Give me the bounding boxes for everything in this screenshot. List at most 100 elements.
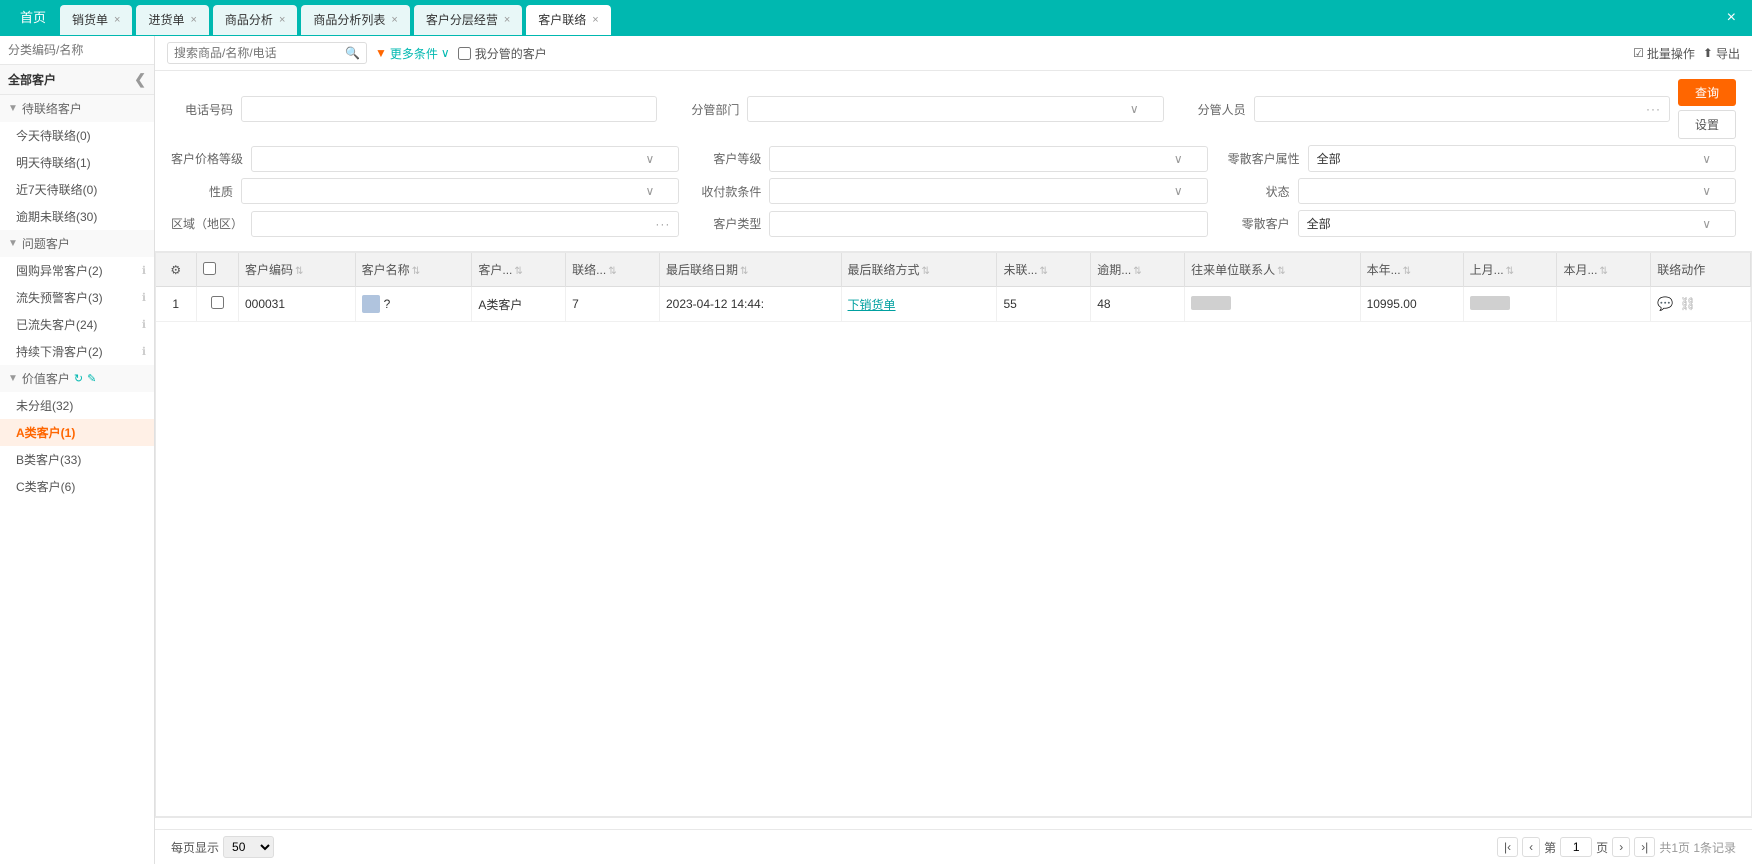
phone-input[interactable]	[241, 96, 657, 122]
cell-checkbox[interactable]	[196, 287, 238, 322]
sidebar-group-problem[interactable]: ▼ 问题客户	[0, 230, 154, 257]
select-all-checkbox[interactable]	[203, 262, 216, 275]
next-page-button[interactable]: ›	[1612, 837, 1630, 857]
sidebar-search-input[interactable]	[8, 43, 155, 57]
more-filters-label: 更多条件	[390, 45, 438, 62]
nav-tab-sales[interactable]: 销货单 ×	[60, 5, 132, 35]
page-number-input[interactable]	[1560, 837, 1592, 857]
sidebar-item-declining[interactable]: 持续下滑客户(2) ℹ	[0, 338, 154, 365]
horizontal-scrollbar[interactable]	[155, 817, 1752, 829]
col-contact[interactable]: 联络...⇅	[566, 253, 660, 287]
nav-tab-purchase[interactable]: 进货单 ×	[136, 5, 208, 35]
dept-input[interactable]: ∨	[747, 96, 1163, 122]
filter-search-icon[interactable]: 🔍	[345, 46, 360, 60]
price-grade-input[interactable]: ∨	[251, 146, 679, 172]
page-size-select[interactable]: 50 100 200	[223, 836, 274, 858]
sidebar-group-value[interactable]: ▼ 价值客户 ↻ ✎	[0, 365, 154, 392]
area-dots-icon: ···	[655, 217, 670, 231]
gear-icon[interactable]: ⚙	[170, 263, 181, 277]
staff-input[interactable]: ···	[1254, 96, 1670, 122]
filter-field-nature: 性质 ∨	[171, 178, 679, 204]
sort-last-way-icon: ⇅	[922, 266, 930, 277]
nav-tab-customer-tier[interactable]: 客户分层经营 ×	[414, 5, 522, 35]
nav-tab-analysis[interactable]: 商品分析 ×	[213, 5, 297, 35]
sidebar-item-c-class[interactable]: C类客户(6)	[0, 473, 154, 500]
more-filters-button[interactable]: ▼ 更多条件 ∨	[375, 45, 450, 62]
retail-customer-input[interactable]: 全部 ∨	[1298, 210, 1736, 237]
sidebar-item-hoarding-anomaly[interactable]: 囤购异常客户(2) ℹ	[0, 257, 154, 284]
last-page-button[interactable]: ›|	[1634, 837, 1655, 857]
nature-input[interactable]: ∨	[241, 178, 679, 204]
col-overdue[interactable]: 逾期...⇅	[1091, 253, 1185, 287]
main-layout: 🔍 全部客户 ❮ ▼ 待联络客户 今天待联络(0) 明天待联络(1) 近7天待联…	[0, 36, 1752, 864]
status-arrow-icon: ∨	[1702, 184, 1711, 198]
col-last-way[interactable]: 最后联络方式⇅	[841, 253, 997, 287]
retail-attr-label: 零散客户属性	[1228, 150, 1308, 167]
close-customer-tier-icon[interactable]: ×	[504, 14, 510, 26]
close-sales-icon[interactable]: ×	[114, 14, 120, 26]
sort-code-icon: ⇅	[295, 266, 303, 277]
sidebar-item-a-class[interactable]: A类客户(1)	[0, 419, 154, 446]
sort-this-year-icon: ⇅	[1403, 266, 1411, 277]
cell-last-way[interactable]: 下销货单	[841, 287, 997, 322]
first-page-button[interactable]: |‹	[1497, 837, 1518, 857]
col-last-date[interactable]: 最后联络日期⇅	[659, 253, 841, 287]
close-customer-contact-icon[interactable]: ×	[592, 14, 598, 26]
batch-op-button[interactable]: ☑ 批量操作	[1633, 45, 1695, 62]
my-customers-checkbox-wrapper[interactable]: 我分管的客户	[458, 45, 547, 62]
col-last-month[interactable]: 上月...⇅	[1463, 253, 1557, 287]
col-unit-contact[interactable]: 往来单位联系人⇅	[1185, 253, 1361, 287]
last-way-link[interactable]: 下销货单	[848, 298, 896, 312]
phone-label: 电话号码	[171, 101, 241, 118]
prev-page-button[interactable]: ‹	[1522, 837, 1540, 857]
sidebar-item-churn-warning[interactable]: 流失预警客户(3) ℹ	[0, 284, 154, 311]
payment-label: 收付款条件	[699, 183, 769, 200]
sidebar-item-churned[interactable]: 已流失客户(24) ℹ	[0, 311, 154, 338]
cell-last-date: 2023-04-12 14:44:	[659, 287, 841, 322]
message-icon[interactable]: 💬	[1657, 296, 1673, 312]
col-type[interactable]: 客户...⇅	[472, 253, 566, 287]
area-input[interactable]: ···	[251, 211, 679, 237]
customer-grade-input[interactable]: ∨	[769, 146, 1207, 172]
close-purchase-icon[interactable]: ×	[190, 14, 196, 26]
settings-button[interactable]: 设置	[1678, 110, 1736, 139]
filter-search-input[interactable]	[174, 46, 345, 60]
triangle-value-icon: ▼	[8, 373, 18, 384]
nav-tab-customer-contact[interactable]: 客户联络 ×	[526, 5, 610, 35]
row-checkbox[interactable]	[211, 296, 224, 309]
sidebar-group-pending[interactable]: ▼ 待联络客户	[0, 95, 154, 122]
col-this-month[interactable]: 本月...⇅	[1557, 253, 1651, 287]
customer-type-input[interactable]	[769, 211, 1207, 237]
nav-tab-analysis-list[interactable]: 商品分析列表 ×	[301, 5, 409, 35]
query-button[interactable]: 查询	[1678, 79, 1736, 106]
nav-home[interactable]: 首页	[8, 0, 58, 36]
sidebar-item-7days-contact[interactable]: 近7天待联络(0)	[0, 176, 154, 203]
sidebar-item-ungroup[interactable]: 未分组(32)	[0, 392, 154, 419]
staff-dots-icon: ···	[1646, 102, 1661, 116]
sidebar-item-overdue-contact[interactable]: 逾期未联络(30)	[0, 203, 154, 230]
payment-input[interactable]: ∨	[769, 178, 1207, 204]
nav-tab-purchase-label: 进货单	[148, 11, 184, 28]
filter-field-status: 状态 ∨	[1228, 178, 1736, 204]
col-name[interactable]: 客户名称⇅	[355, 253, 472, 287]
link-icon[interactable]: ⛓	[1679, 296, 1696, 312]
export-button[interactable]: ⬆ 导出	[1703, 45, 1740, 62]
col-no-contact[interactable]: 未联...⇅	[997, 253, 1091, 287]
churned-label: 已流失客户(24)	[16, 316, 97, 333]
edit-value-icon[interactable]: ✎	[87, 372, 96, 385]
sidebar-item-b-class[interactable]: B类客户(33)	[0, 446, 154, 473]
nav-tab-customer-tier-label: 客户分层经营	[426, 11, 498, 28]
filter-row-2: 客户价格等级 ∨ 客户等级 ∨ 零散客户属性	[171, 145, 1736, 172]
retail-attr-input[interactable]: 全部 ∨	[1308, 145, 1736, 172]
col-this-year[interactable]: 本年...⇅	[1360, 253, 1463, 287]
status-input[interactable]: ∨	[1298, 178, 1736, 204]
nav-close-all-button[interactable]: ×	[1719, 9, 1744, 27]
sidebar-collapse-icon[interactable]: ❮	[134, 71, 146, 88]
col-code[interactable]: 客户编码⇅	[238, 253, 355, 287]
sidebar-item-today-contact[interactable]: 今天待联络(0)	[0, 122, 154, 149]
my-customers-checkbox[interactable]	[458, 47, 471, 60]
close-analysis-list-icon[interactable]: ×	[391, 14, 397, 26]
close-analysis-icon[interactable]: ×	[279, 14, 285, 26]
refresh-value-icon[interactable]: ↻	[74, 372, 83, 385]
sidebar-item-tomorrow-contact[interactable]: 明天待联络(1)	[0, 149, 154, 176]
